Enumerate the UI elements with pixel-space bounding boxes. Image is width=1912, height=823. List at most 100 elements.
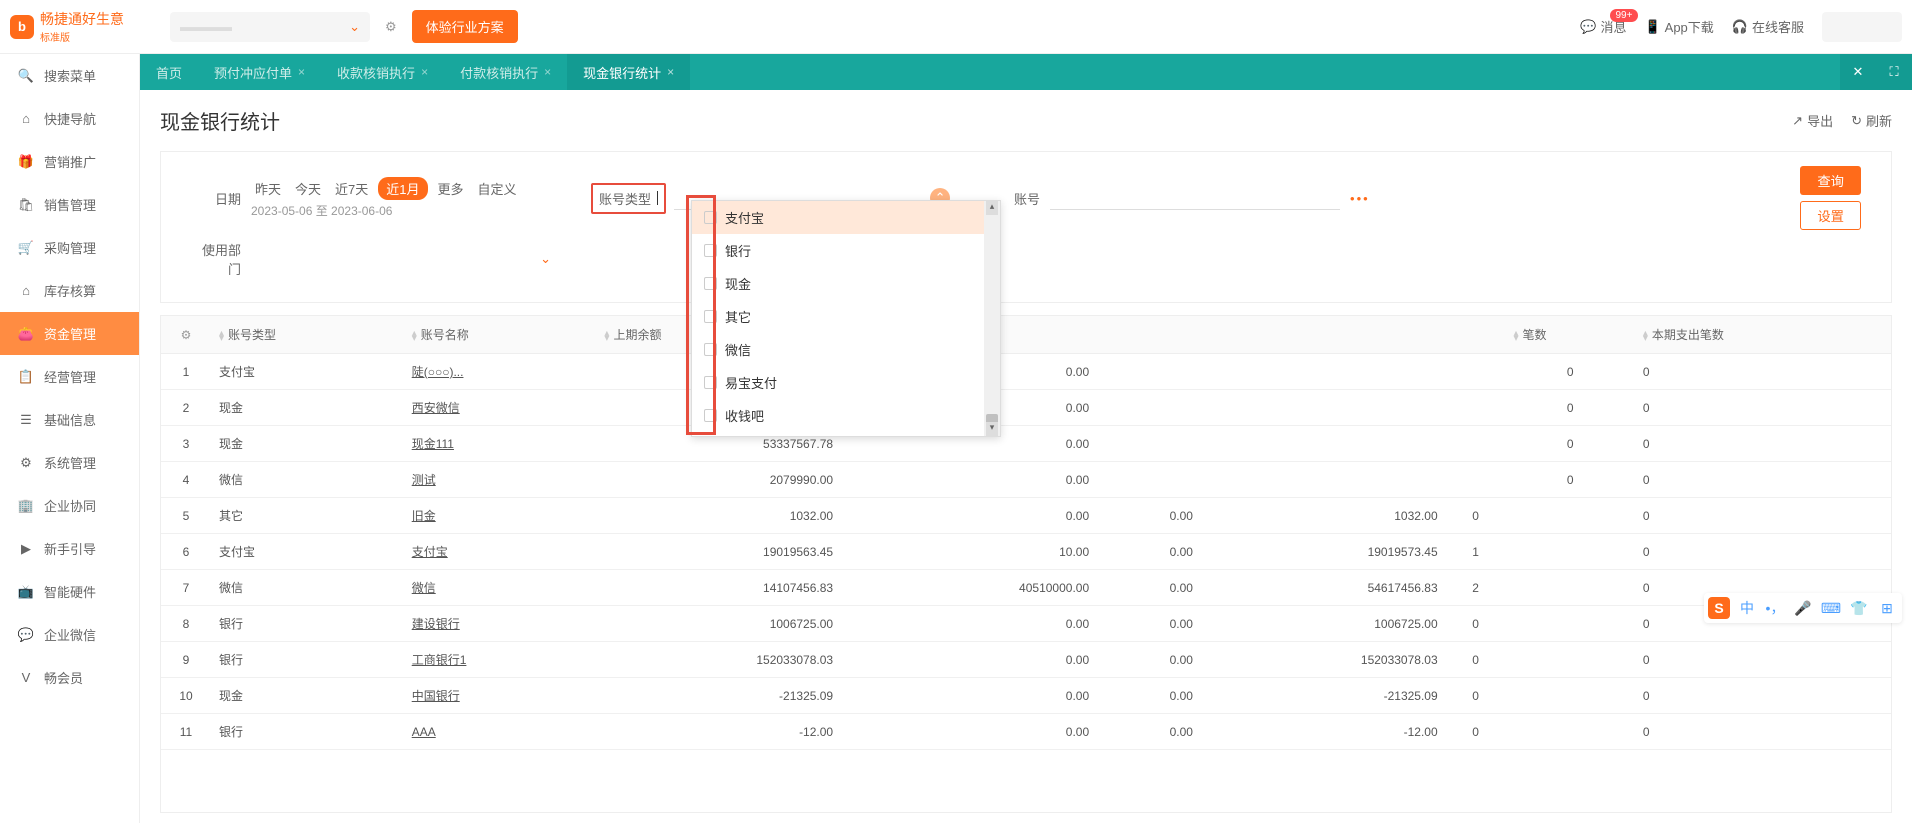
- sort-icon[interactable]: ▴▾: [412, 331, 417, 341]
- col-header-5[interactable]: [1097, 316, 1201, 354]
- date-opt-2[interactable]: 近7天: [331, 177, 372, 200]
- sidebar-item-13[interactable]: 💬企业微信: [0, 613, 139, 656]
- ime-skin-icon[interactable]: 👕: [1848, 597, 1870, 619]
- checkbox[interactable]: [704, 310, 717, 323]
- refresh-button[interactable]: ↻ 刷新: [1851, 111, 1892, 130]
- date-opt-0[interactable]: 昨天: [251, 177, 285, 200]
- table-row[interactable]: 5 其它 旧金 1032.00 0.00 0.00 1032.00 0 0: [161, 498, 1891, 534]
- account-link[interactable]: 旧金: [412, 509, 436, 523]
- sidebar-item-4[interactable]: 🛒采购管理: [0, 226, 139, 269]
- ime-voice-icon[interactable]: 🎤: [1792, 597, 1814, 619]
- date-opt-1[interactable]: 今天: [291, 177, 325, 200]
- close-all-tabs[interactable]: ✕: [1840, 54, 1876, 90]
- table-row[interactable]: 1 支付宝 陡(○○○)... -10000.00 0.00 0 0: [161, 354, 1891, 390]
- dropdown-item-2[interactable]: 现金: [692, 267, 1000, 300]
- date-opt-4[interactable]: 更多: [434, 177, 468, 200]
- checkbox[interactable]: [704, 376, 717, 389]
- sort-icon[interactable]: ▴▾: [604, 331, 609, 341]
- query-button[interactable]: 查询: [1800, 166, 1861, 195]
- account-link[interactable]: AAA: [412, 725, 436, 739]
- sort-icon[interactable]: ▴▾: [1643, 331, 1648, 341]
- checkbox[interactable]: [704, 343, 717, 356]
- ime-punct-icon[interactable]: •，: [1764, 597, 1786, 619]
- dropdown-scrollbar[interactable]: ▴ ▾: [984, 201, 1000, 436]
- table-row[interactable]: 10 现金 中国银行 -21325.09 0.00 0.00 -21325.09…: [161, 678, 1891, 714]
- col-header-7[interactable]: [1446, 316, 1506, 354]
- table-row[interactable]: 4 微信 测试 2079990.00 0.00 0 0: [161, 462, 1891, 498]
- table-row[interactable]: 6 支付宝 支付宝 19019563.45 10.00 0.00 1901957…: [161, 534, 1891, 570]
- sort-icon[interactable]: ▴▾: [219, 331, 224, 341]
- scroll-down-icon[interactable]: ▾: [986, 422, 998, 436]
- table-row[interactable]: 9 银行 工商银行1 152033078.03 0.00 0.00 152033…: [161, 642, 1891, 678]
- close-icon[interactable]: ×: [298, 65, 305, 79]
- close-icon[interactable]: ×: [667, 65, 674, 79]
- more-icon[interactable]: •••: [1350, 191, 1370, 206]
- user-area[interactable]: [1822, 12, 1902, 42]
- table-row[interactable]: 2 现金 西安微信 -40990.00 0.00 0 0: [161, 390, 1891, 426]
- col-header-2[interactable]: ▴▾账号名称: [404, 316, 597, 354]
- sidebar-item-10[interactable]: 🏢企业协同: [0, 484, 139, 527]
- company-select[interactable]: ▬▬▬▬ ⌄: [170, 12, 370, 42]
- settings-button[interactable]: 设置: [1800, 201, 1861, 230]
- fullscreen-button[interactable]: ⛶: [1876, 54, 1912, 90]
- dropdown-item-1[interactable]: 银行: [692, 234, 1000, 267]
- sort-icon[interactable]: ▴▾: [1513, 331, 1518, 341]
- account-link[interactable]: 工商银行1: [412, 653, 467, 667]
- app-download-link[interactable]: 📱 App下载: [1644, 17, 1713, 36]
- checkbox[interactable]: [704, 277, 717, 290]
- account-link[interactable]: 现金111: [412, 437, 454, 451]
- sidebar-item-12[interactable]: 📺智能硬件: [0, 570, 139, 613]
- sidebar-item-1[interactable]: ⌂快捷导航: [0, 97, 139, 140]
- ime-grid-icon[interactable]: ⊞: [1876, 597, 1898, 619]
- close-icon[interactable]: ×: [544, 65, 551, 79]
- account-link[interactable]: 建设银行: [412, 617, 460, 631]
- dropdown-item-0[interactable]: 支付宝: [692, 201, 1000, 234]
- dept-input[interactable]: [251, 247, 540, 270]
- tab-4[interactable]: 现金银行统计×: [567, 54, 690, 90]
- gear-icon[interactable]: ⚙: [385, 19, 397, 35]
- account-input[interactable]: [1050, 186, 1340, 210]
- export-button[interactable]: ↗ 导出: [1792, 111, 1833, 130]
- sidebar-item-2[interactable]: 🎁营销推广: [0, 140, 139, 183]
- tab-2[interactable]: 收款核销执行×: [321, 54, 444, 90]
- dropdown-item-3[interactable]: 其它: [692, 300, 1000, 333]
- table-row[interactable]: 3 现金 现金111 53337567.78 0.00 0 0: [161, 426, 1891, 462]
- sidebar-item-7[interactable]: 📋经营管理: [0, 355, 139, 398]
- chevron-down-icon[interactable]: ⌄: [540, 251, 551, 267]
- ime-lang-icon[interactable]: 中: [1736, 597, 1758, 619]
- sidebar-item-14[interactable]: V畅会员: [0, 656, 139, 699]
- checkbox[interactable]: [704, 244, 717, 257]
- online-service-link[interactable]: 🎧 在线客服: [1732, 17, 1804, 36]
- account-link[interactable]: 支付宝: [412, 545, 448, 559]
- ime-logo-icon[interactable]: S: [1708, 597, 1730, 619]
- col-header-8[interactable]: ▴▾笔数: [1505, 316, 1634, 354]
- sidebar-item-9[interactable]: ⚙系统管理: [0, 441, 139, 484]
- checkbox[interactable]: [704, 211, 717, 224]
- account-link[interactable]: 测试: [412, 473, 436, 487]
- scroll-up-icon[interactable]: ▴: [986, 201, 998, 215]
- dropdown-item-7[interactable]: 长沙银行: [692, 432, 1000, 436]
- tab-3[interactable]: 付款核销执行×: [444, 54, 567, 90]
- col-header-1[interactable]: ▴▾账号类型: [211, 316, 404, 354]
- dropdown-item-4[interactable]: 微信: [692, 333, 1000, 366]
- date-opt-5[interactable]: 自定义: [474, 177, 521, 200]
- col-header-0[interactable]: ⚙: [161, 316, 211, 354]
- col-header-6[interactable]: [1201, 316, 1446, 354]
- sidebar-item-8[interactable]: ☰基础信息: [0, 398, 139, 441]
- gear-icon[interactable]: ⚙: [181, 328, 192, 342]
- tab-0[interactable]: 首页: [140, 54, 198, 90]
- account-link[interactable]: 中国银行: [412, 689, 460, 703]
- sidebar-item-6[interactable]: 👛资金管理: [0, 312, 139, 355]
- account-link[interactable]: 微信: [412, 581, 436, 595]
- sidebar-item-5[interactable]: ⌂库存核算: [0, 269, 139, 312]
- col-header-9[interactable]: ▴▾本期支出笔数: [1635, 316, 1891, 354]
- sidebar-item-11[interactable]: ▶新手引导: [0, 527, 139, 570]
- account-link[interactable]: 陡(○○○)...: [412, 365, 464, 379]
- sidebar-item-0[interactable]: 🔍搜索菜单: [0, 54, 139, 97]
- checkbox[interactable]: [704, 409, 717, 422]
- account-link[interactable]: 西安微信: [412, 401, 460, 415]
- table-row[interactable]: 11 银行 AAA -12.00 0.00 0.00 -12.00 0 0: [161, 714, 1891, 750]
- table-row[interactable]: 8 银行 建设银行 1006725.00 0.00 0.00 1006725.0…: [161, 606, 1891, 642]
- messages-link[interactable]: 💬 消息 99+: [1580, 17, 1626, 36]
- sidebar-item-3[interactable]: 🛍销售管理: [0, 183, 139, 226]
